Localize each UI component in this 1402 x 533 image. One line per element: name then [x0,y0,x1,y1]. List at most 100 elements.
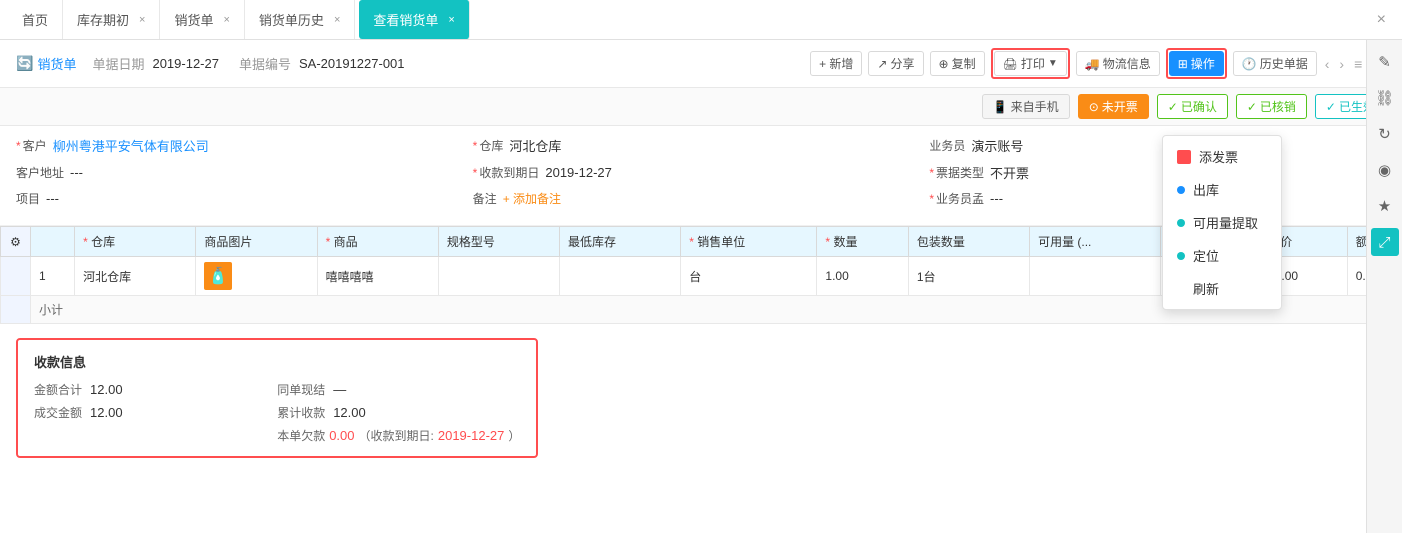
view-list-button[interactable]: ≡ [1352,56,1364,72]
dropdown-add-invoice[interactable]: 添发票 [1163,140,1281,173]
td-product: 嘻嘻嘻嘻 [317,257,438,296]
customer-field: 客户 柳州粤港平安气体有限公司 [16,136,473,155]
cancel-btn[interactable]: ✓ 已核销 [1236,94,1307,119]
ticket-type-value: 不开票 [990,163,1029,182]
salesperson2-value: --- [990,191,1003,206]
sidebar-person-icon[interactable]: ◉ [1371,156,1399,184]
phone-icon: 📱 [993,100,1008,114]
operations-dropdown: 添发票 出库 可用量提取 定位 刷新 [1162,135,1282,310]
dropdown-available-qty[interactable]: 可用量提取 [1163,206,1281,239]
sidebar-refresh-icon[interactable]: ↻ [1371,120,1399,148]
nav-prev-button[interactable]: ‹ [1323,56,1332,72]
history-button[interactable]: 🕐 历史单据 [1233,51,1317,76]
sidebar-edit-icon[interactable]: ✎ [1371,48,1399,76]
window-close-button[interactable]: × [1369,11,1394,29]
sidebar-link-icon[interactable]: ⛓ [1371,84,1399,112]
tab-sales[interactable]: 销货单 × [160,0,244,39]
th-unit: 销售单位 [681,227,817,257]
th-num [31,227,75,257]
notes-label: 备注 [473,190,497,207]
due-suffix: （收款到期日: [359,427,434,444]
sidebar-star-icon[interactable]: ★ [1371,192,1399,220]
transaction-row: 成交金额 12.00 [34,404,277,421]
number-label: 单据编号 [239,54,291,73]
cumulative-row: 累计收款 12.00 [277,404,520,421]
status-bar: 📱 来自手机 ⊙ 未开票 ✓ 已确认 ✓ 已核销 ✓ 已生效 [0,88,1402,126]
payment-info-section: 收款信息 金额合计 12.00 同单现结 — 成交金额 12.00 [16,338,538,458]
th-package-qty: 包装数量 [908,227,1029,257]
th-settings[interactable]: ⚙ [1,227,31,257]
operations-button[interactable]: ⊞ 操作 [1169,51,1224,76]
th-qty: 数量 [817,227,908,257]
logistics-icon: 🚚 [1085,57,1100,71]
td-warehouse: 河北仓库 [75,257,196,296]
copy-button[interactable]: ⊕ 复制 [930,51,985,76]
sidebar-expand-icon[interactable]: ⤢ [1371,228,1399,256]
transaction-value: 12.00 [90,405,123,420]
print-highlight-box: 🖨 打印 ▼ [991,48,1070,79]
out-warehouse-icon [1177,186,1185,194]
settlement-label: 同单现结 [277,381,325,398]
due-date: 2019-12-27 [438,428,505,443]
print-dropdown-arrow: ▼ [1048,58,1058,69]
print-button[interactable]: 🖨 打印 ▼ [994,51,1067,76]
th-warehouse: 仓库 [75,227,196,257]
salesperson-field: 业务员 演示账号 [929,136,1386,155]
date-value: 2019-12-27 [152,56,219,71]
tab-bar: 首页 库存期初 × 销货单 × 销货单历史 × 查看销货单 × × [0,0,1402,40]
total-label: 金额合计 [34,381,82,398]
tab-history[interactable]: 销货单历史 × [245,0,355,39]
payment-grid: 金额合计 12.00 同单现结 — 成交金额 12.00 累计收款 12.00 [34,381,520,444]
tab-view[interactable]: 查看销货单 × [359,0,469,39]
dropdown-refresh[interactable]: 刷新 [1163,272,1281,305]
th-min-stock: 最低库存 [560,227,681,257]
dropdown-out-warehouse[interactable]: 出库 [1163,173,1281,206]
td-spec [438,257,559,296]
tab-inventory-close[interactable]: × [139,14,145,26]
phone-status-btn[interactable]: 📱 来自手机 [982,94,1070,119]
new-button[interactable]: + 新增 [810,51,862,76]
tab-view-close[interactable]: × [448,14,454,26]
dropdown-locate[interactable]: 定位 [1163,239,1281,272]
address-label: 客户地址 [16,164,64,181]
project-label: 项目 [16,190,40,207]
doc-type-icon: 🔄 [16,55,33,72]
invoice-icon: ⊙ [1089,100,1099,114]
ticket-type-field: 票据类型 不开票 [929,163,1386,182]
tab-history-close[interactable]: × [334,14,340,26]
address-value: --- [70,165,83,180]
customer-value[interactable]: 柳州粤港平安气体有限公司 [53,136,209,155]
td-settings[interactable] [1,257,31,296]
transaction-label: 成交金额 [34,404,82,421]
due-row: 本单欠款 0.00 （收款到期日: 2019-12-27 ） [277,427,520,444]
tab-inventory[interactable]: 库存期初 × [63,0,160,39]
cumulative-value: 12.00 [333,405,366,420]
logistics-button[interactable]: 🚚 物流信息 [1076,51,1160,76]
salesperson-value: 演示账号 [971,136,1023,155]
project-value: --- [46,191,59,206]
tab-home[interactable]: 首页 [8,0,63,39]
operations-highlight-box: ⊞ 操作 [1166,48,1227,79]
share-button[interactable]: ↗ 分享 [868,51,923,76]
date-label: 单据日期 [92,54,144,73]
print-icon: 🖨 [1003,57,1018,71]
warehouse-field: 仓库 河北仓库 [473,136,930,155]
tab-sales-close[interactable]: × [223,14,229,26]
total-row: 金额合计 12.00 [34,381,277,398]
due-label: 本单欠款 [277,427,325,444]
td-qty: 1.00 [817,257,908,296]
not-open-btn[interactable]: ⊙ 未开票 [1078,94,1149,119]
settlement-value: — [333,382,346,397]
doc-actions: + 新增 ↗ 分享 ⊕ 复制 🖨 打印 ▼ 🚚 [810,48,1386,79]
payment-title: 收款信息 [34,352,520,371]
confirm-btn[interactable]: ✓ 已确认 [1157,94,1228,119]
cumulative-label: 累计收款 [277,404,325,421]
payment-date-value: 2019-12-27 [545,165,612,180]
project-field: 项目 --- [16,190,473,207]
nav-next-button[interactable]: › [1337,56,1346,72]
product-image: 🧴 [204,262,232,290]
copy-icon: ⊕ [939,57,949,71]
address-field: 客户地址 --- [16,164,473,181]
add-note-button[interactable]: 添加备注 [503,190,561,207]
right-sidebar: ✎ ⛓ ↻ ◉ ★ ⤢ [1366,40,1402,533]
